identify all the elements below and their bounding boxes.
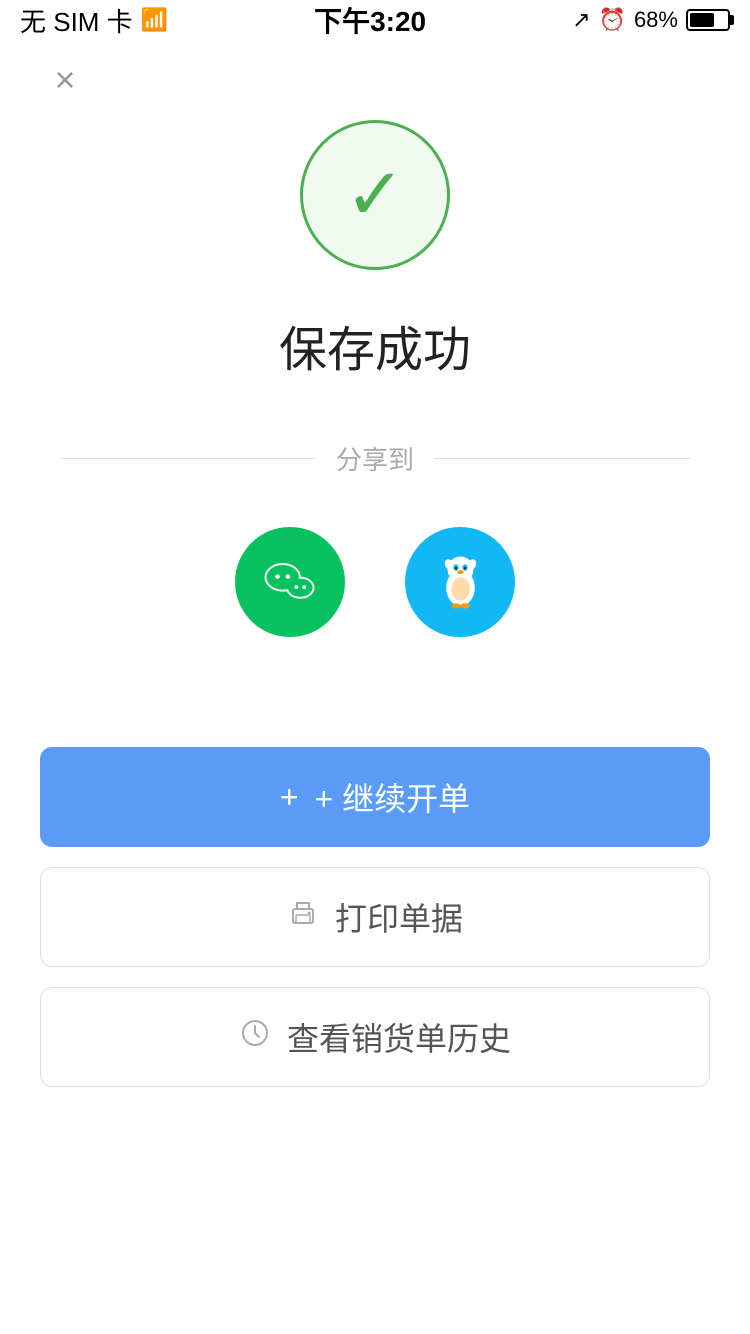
checkmark-icon: ✓ — [345, 159, 405, 231]
print-button[interactable]: 打印单据 — [40, 867, 710, 967]
location-icon: ↗ — [572, 7, 590, 33]
printer-icon — [287, 897, 319, 937]
status-time: 下午3:20 — [314, 0, 426, 40]
action-buttons: + + 继续开单 打印单据 查看销货单历 — [0, 747, 750, 1087]
battery-text: 68% — [634, 7, 678, 33]
continue-button[interactable]: + + 继续开单 — [40, 747, 710, 847]
status-right: ↗ ⏰ 68% — [572, 7, 730, 33]
alarm-icon: ⏰ — [599, 7, 626, 33]
main-content: ✓ 保存成功 分享到 — [0, 40, 750, 1087]
status-bar: 无 SIM 卡 📶 下午3:20 ↗ ⏰ 68% — [0, 0, 750, 40]
divider-line-left — [60, 458, 316, 459]
history-button[interactable]: 查看销货单历史 — [40, 987, 710, 1087]
close-button[interactable]: × — [40, 55, 90, 105]
wifi-icon: 📶 — [141, 7, 168, 33]
share-icons — [60, 527, 690, 637]
share-section: 分享到 — [0, 440, 750, 707]
wechat-share-button[interactable] — [235, 527, 345, 637]
history-label: 查看销货单历史 — [287, 1014, 511, 1060]
wechat-icon — [258, 550, 323, 615]
battery-icon — [686, 9, 730, 31]
plus-icon: + — [280, 779, 299, 816]
share-divider: 分享到 — [60, 440, 690, 477]
print-label: 打印单据 — [335, 894, 463, 940]
status-left: 无 SIM 卡 📶 — [20, 2, 168, 39]
clock-icon — [239, 1017, 271, 1057]
close-icon: × — [54, 62, 75, 98]
success-circle: ✓ — [300, 120, 450, 270]
divider-line-right — [434, 458, 690, 459]
continue-label: + 继续开单 — [315, 774, 471, 820]
success-title: 保存成功 — [279, 310, 471, 380]
carrier-text: 无 SIM 卡 — [20, 2, 133, 39]
qq-share-button[interactable] — [405, 527, 515, 637]
share-label: 分享到 — [336, 440, 414, 477]
qq-icon — [428, 550, 493, 615]
